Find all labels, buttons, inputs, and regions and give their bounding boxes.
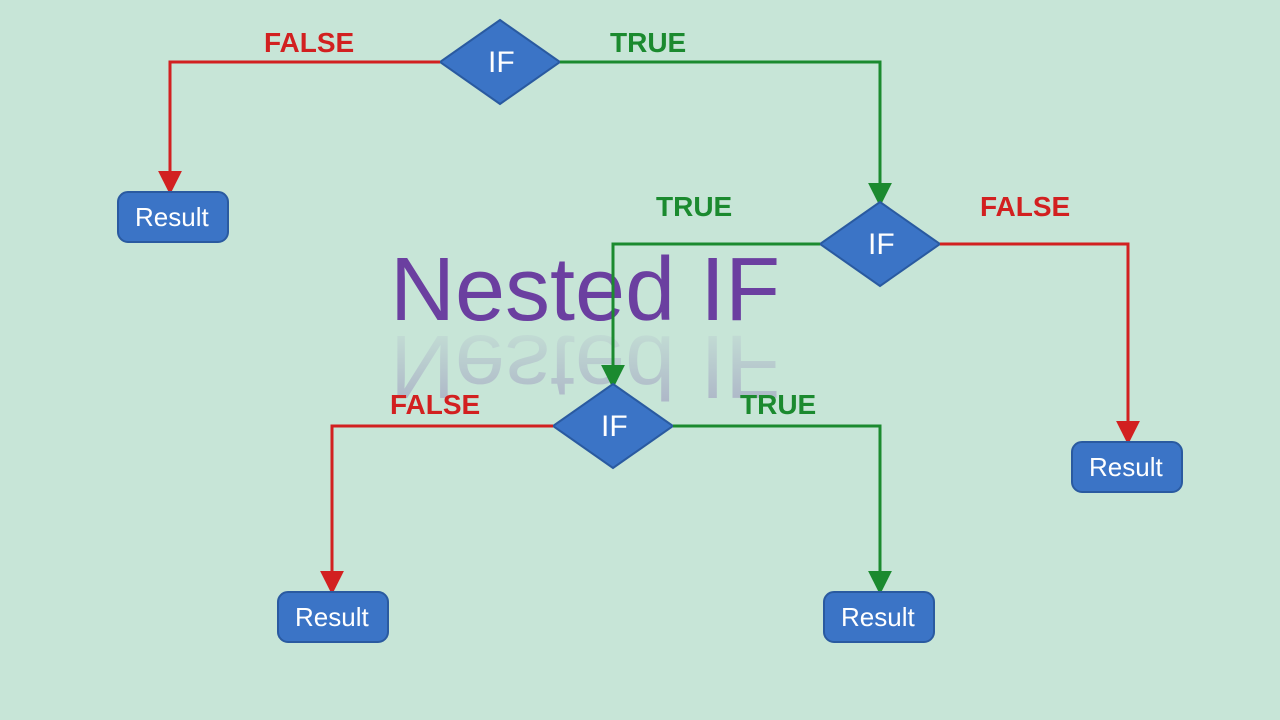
nested-if-diagram: Nested IF Nested IF IF FALSE Result TRUE… [0, 0, 1280, 720]
edge-if1-false [170, 62, 440, 190]
svg-text:Result: Result [135, 202, 209, 232]
svg-text:IF: IF [601, 410, 628, 443]
edge-if2-false [940, 244, 1128, 440]
svg-text:IF: IF [488, 46, 515, 79]
label-if2-true: TRUE [656, 191, 732, 222]
label-if1-false: FALSE [264, 27, 354, 58]
svg-text:Result: Result [1089, 452, 1163, 482]
svg-text:IF: IF [868, 228, 895, 261]
svg-text:Result: Result [841, 602, 915, 632]
edge-if3-false [332, 426, 553, 590]
result-node-2: Result [1072, 442, 1182, 492]
result-node-3: Result [278, 592, 388, 642]
edge-if1-true [560, 62, 880, 202]
svg-text:Result: Result [295, 602, 369, 632]
edge-if3-true [673, 426, 880, 590]
label-if3-false: FALSE [390, 389, 480, 420]
label-if1-true: TRUE [610, 27, 686, 58]
result-node-1: Result [118, 192, 228, 242]
if-node-2: IF [820, 202, 940, 286]
result-node-4: Result [824, 592, 934, 642]
label-if2-false: FALSE [980, 191, 1070, 222]
if-node-1: IF [440, 20, 560, 104]
label-if3-true: TRUE [740, 389, 816, 420]
